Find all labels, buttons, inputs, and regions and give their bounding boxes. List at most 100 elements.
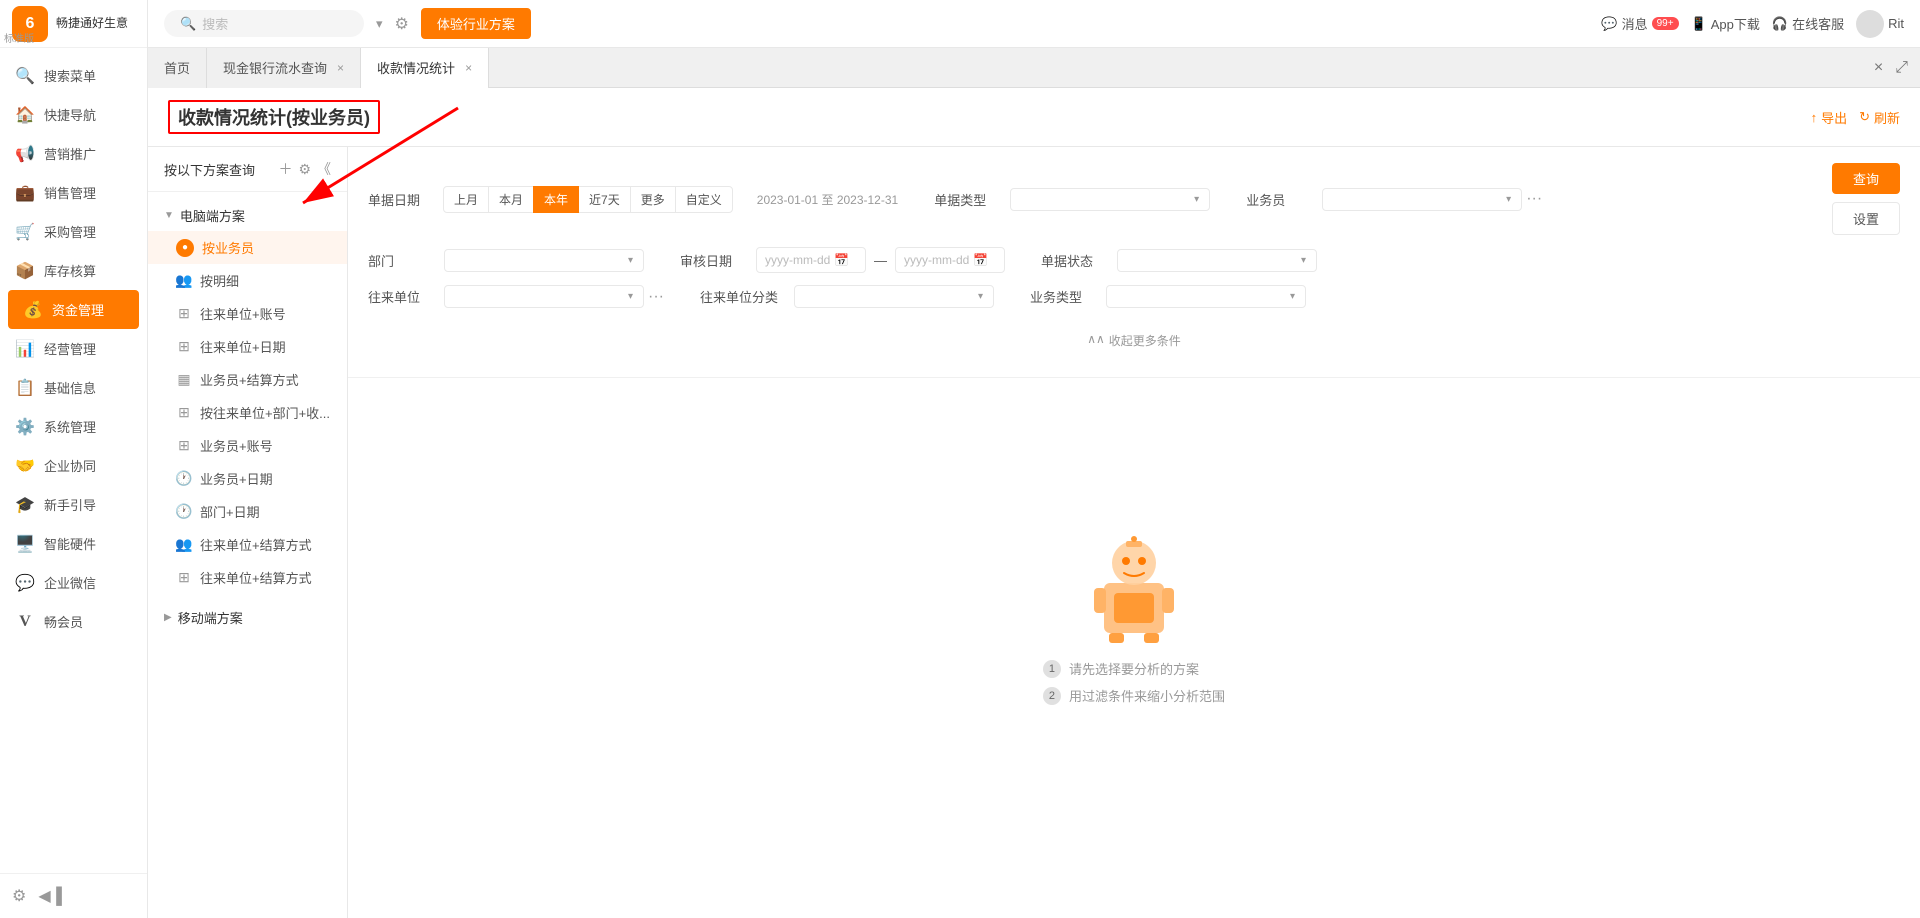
bill-type-label: 单据类型 xyxy=(934,190,994,209)
people-icon: 👥 xyxy=(176,273,192,289)
download-button[interactable]: 📱 App下载 xyxy=(1691,14,1760,33)
biz-type-select[interactable]: ▾ xyxy=(1106,285,1306,308)
tree-item-partner-date[interactable]: ⊞ 往来单位+日期 xyxy=(148,330,347,363)
tree-item-label: 往来单位+结算方式 xyxy=(200,535,312,554)
date-btn-7days[interactable]: 近7天 xyxy=(578,186,631,213)
message-icon: 💬 xyxy=(1601,16,1617,32)
tree-item-salesman[interactable]: ● 按业务员 xyxy=(148,231,347,264)
purchase-icon: 🛒 xyxy=(16,223,34,241)
tree-item-label: 往来单位+日期 xyxy=(200,337,286,356)
sidebar-item-search-menu[interactable]: 🔍 搜索菜单 xyxy=(0,56,147,95)
tab-collection-stats-close[interactable]: × xyxy=(465,61,472,75)
review-date-from[interactable]: yyyy-mm-dd 📅 xyxy=(756,247,866,273)
dept-select[interactable]: ▾ xyxy=(444,249,644,272)
promo-button[interactable]: 体验行业方案 xyxy=(421,8,531,39)
sidebar-item-label: 资金管理 xyxy=(52,300,104,319)
clock-icon: 🕐 xyxy=(176,471,192,487)
date-btn-this-year[interactable]: 本年 xyxy=(533,186,579,213)
service-icon: 🎧 xyxy=(1772,16,1788,32)
tree-item-salesman-settle[interactable]: ▦ 业务员+结算方式 xyxy=(148,363,347,396)
salesman-select[interactable]: ▾ xyxy=(1322,188,1522,211)
refresh-button[interactable]: ↻ 刷新 xyxy=(1859,108,1900,127)
enterprise-icon: 🤝 xyxy=(16,457,34,475)
sidebar-item-purchase[interactable]: 🛒 采购管理 xyxy=(0,212,147,251)
tab-bank-flow[interactable]: 现金银行流水查询 × xyxy=(207,48,361,88)
mobile-section-text: 移动端方案 xyxy=(178,608,243,627)
user-info[interactable]: Rit xyxy=(1856,10,1904,38)
tree-item-partner-dept[interactable]: ⊞ 按往来单位+部门+收... xyxy=(148,396,347,429)
sidebar-item-finance[interactable]: 💰 资金管理 xyxy=(8,290,139,329)
close-tab-btn[interactable]: × xyxy=(1874,59,1883,77)
sidebar-item-operation[interactable]: 📊 经营管理 xyxy=(0,329,147,368)
chevron-down-icon7: ▾ xyxy=(1290,291,1295,302)
tree-item-dept-date[interactable]: 🕐 部门+日期 xyxy=(148,495,347,528)
sidebar-item-guide[interactable]: 🎓 新手引导 xyxy=(0,485,147,524)
sidebar-item-wechat[interactable]: 💬 企业微信 xyxy=(0,563,147,602)
date-btn-last-month[interactable]: 上月 xyxy=(443,186,489,213)
date-range-text: 2023-01-01 至 2023-12-31 xyxy=(757,191,898,208)
mobile-section-label[interactable]: ▶ 移动端方案 xyxy=(148,602,347,633)
tab-bank-flow-label: 现金银行流水查询 xyxy=(223,58,327,77)
partner-more-icon[interactable]: ··· xyxy=(648,288,664,306)
tab-collection-stats[interactable]: 收款情况统计 × xyxy=(361,48,489,88)
partner-type-select[interactable]: ▾ xyxy=(794,285,994,308)
tree-item-partner-settle1[interactable]: 👥 往来单位+结算方式 xyxy=(148,528,347,561)
right-panel: 单据日期 上月 本月 本年 近7天 更多 自定义 2023-01-01 至 20… xyxy=(348,147,1920,918)
tree-item-label: 按明细 xyxy=(200,271,239,290)
sidebar: 6 畅捷通好生意 标准版 🔍 搜索菜单 🏠 快捷导航 📢 营销推广 💼 销售管理… xyxy=(0,0,148,918)
expand-arrow-icon2: ▶ xyxy=(164,612,172,623)
review-date-to[interactable]: yyyy-mm-dd 📅 xyxy=(895,247,1005,273)
sidebar-item-hardware[interactable]: 🖥️ 智能硬件 xyxy=(0,524,147,563)
bill-type-select[interactable]: ▾ xyxy=(1010,188,1210,211)
desktop-section-label[interactable]: ▼ 电脑端方案 xyxy=(148,200,347,231)
salesman-more-icon[interactable]: ··· xyxy=(1526,190,1542,208)
bill-status-label: 单据状态 xyxy=(1041,251,1101,270)
robot-svg xyxy=(1074,523,1194,643)
sidebar-item-marketing[interactable]: 📢 营销推广 xyxy=(0,134,147,173)
empty-illustration xyxy=(1074,523,1194,643)
tip-text-1: 请先选择要分析的方案 xyxy=(1069,659,1199,678)
message-button[interactable]: 💬 消息 99+ xyxy=(1601,14,1678,33)
expand-tab-btn[interactable]: ⤢ xyxy=(1895,59,1908,77)
tree-item-detail[interactable]: 👥 按明细 xyxy=(148,264,347,297)
settings-scheme-icon[interactable]: ⚙ xyxy=(298,161,311,178)
date-btn-more[interactable]: 更多 xyxy=(630,186,676,213)
sidebar-item-inventory[interactable]: 📦 库存核算 xyxy=(0,251,147,290)
sidebar-item-member[interactable]: V 畅会员 xyxy=(0,602,147,641)
sidebar-item-basic[interactable]: 📋 基础信息 xyxy=(0,368,147,407)
sidebar-item-sales[interactable]: 💼 销售管理 xyxy=(0,173,147,212)
collapse-panel-icon[interactable]: 《 xyxy=(317,159,331,179)
collapse-btn[interactable]: ∧∧ 收起更多条件 xyxy=(368,320,1900,361)
sidebar-item-enterprise[interactable]: 🤝 企业协同 xyxy=(0,446,147,485)
add-scheme-icon[interactable]: ＋ xyxy=(278,159,292,179)
tree-item-salesman-date[interactable]: 🕐 业务员+日期 xyxy=(148,462,347,495)
tree-item-partner-settle2[interactable]: ⊞ 往来单位+结算方式 xyxy=(148,561,347,594)
service-button[interactable]: 🎧 在线客服 xyxy=(1772,14,1844,33)
logo-area: 6 畅捷通好生意 标准版 xyxy=(0,0,147,48)
collapse-sidebar-icon[interactable]: ◀▐ xyxy=(38,886,62,906)
tab-home[interactable]: 首页 xyxy=(148,48,207,88)
tree-item-label: 按业务员 xyxy=(202,238,254,257)
sidebar-item-quick-nav[interactable]: 🏠 快捷导航 xyxy=(0,95,147,134)
sidebar-item-system[interactable]: ⚙️ 系统管理 xyxy=(0,407,147,446)
dropdown-icon[interactable]: ▾ xyxy=(376,16,383,32)
sidebar-item-label: 采购管理 xyxy=(44,222,96,241)
dept-label: 部门 xyxy=(368,251,428,270)
download-icon: 📱 xyxy=(1691,16,1707,32)
tip-num-2: 2 xyxy=(1043,687,1061,705)
date-btn-custom[interactable]: 自定义 xyxy=(675,186,733,213)
tree-item-label: 业务员+日期 xyxy=(200,469,273,488)
export-button[interactable]: ↑ 导出 xyxy=(1811,108,1848,127)
date-btn-this-month[interactable]: 本月 xyxy=(488,186,534,213)
settings-icon[interactable]: ⚙ xyxy=(395,14,409,34)
settings-button[interactable]: 设置 xyxy=(1832,202,1900,235)
partner-select[interactable]: ▾ xyxy=(444,285,644,308)
query-button[interactable]: 查询 xyxy=(1832,163,1900,194)
top-search[interactable]: 🔍 搜索 xyxy=(164,10,364,37)
tree-item-partner-account[interactable]: ⊞ 往来单位+账号 xyxy=(148,297,347,330)
tree-item-salesman-account[interactable]: ⊞ 业务员+账号 xyxy=(148,429,347,462)
tab-bank-flow-close[interactable]: × xyxy=(337,61,344,75)
collapse-chevron-icon: ∧∧ xyxy=(1087,332,1105,349)
settings-bottom-icon[interactable]: ⚙ xyxy=(12,886,26,906)
bill-status-select[interactable]: ▾ xyxy=(1117,249,1317,272)
